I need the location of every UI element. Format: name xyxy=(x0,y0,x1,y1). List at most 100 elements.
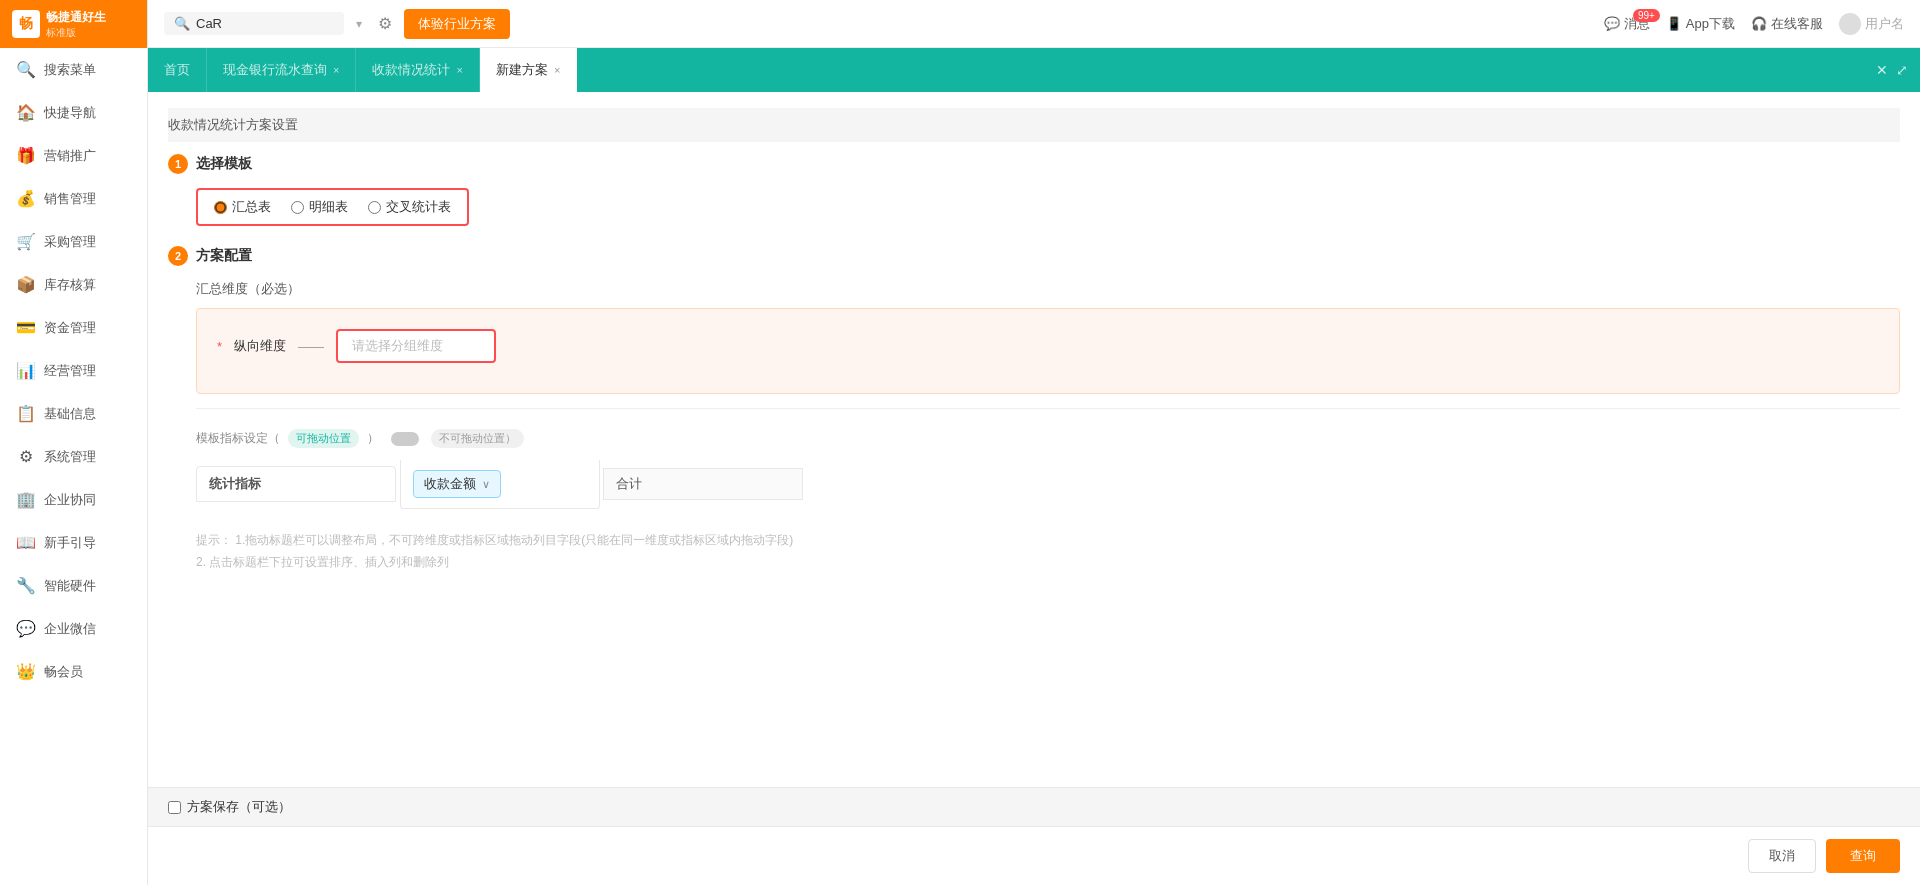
main-area: 🔍 ▾ ⚙ 体验行业方案 💬 消息 99+ 📱 App下载 🎧 在线客服 用户名 xyxy=(148,0,1920,885)
wechat-icon: 💬 xyxy=(16,619,36,638)
sidebar-item-guide[interactable]: 📖 新手引导 xyxy=(0,521,147,564)
base-info-icon: 📋 xyxy=(16,404,36,423)
sidebar-item-inventory[interactable]: 📦 库存核算 xyxy=(0,263,147,306)
step1-label: 选择模板 xyxy=(196,155,252,173)
chevron-down-icon[interactable]: ▾ xyxy=(356,17,362,31)
search-icon: 🔍 xyxy=(174,16,190,31)
sidebar-item-operation[interactable]: 📊 经营管理 xyxy=(0,349,147,392)
step2-badge: 2 xyxy=(168,246,188,266)
sidebar-item-label: 基础信息 xyxy=(44,405,96,423)
breadcrumb: 收款情况统计方案设置 xyxy=(168,108,1900,142)
template-options: 汇总表 明细表 交叉统计表 xyxy=(196,188,1900,226)
search-input[interactable] xyxy=(196,16,316,31)
indicator-section: 模板指标设定（ 可拖动位置 ） 不可拖动位置） 统计指标 收款金额 ∨ xyxy=(196,429,1900,510)
chip-dropdown-icon[interactable]: ∨ xyxy=(482,478,490,491)
radio-summary-label: 汇总表 xyxy=(232,198,271,216)
cancel-button[interactable]: 取消 xyxy=(1748,839,1816,873)
topbar-right: 💬 消息 99+ 📱 App下载 🎧 在线客服 用户名 xyxy=(1604,13,1904,35)
message-item[interactable]: 💬 消息 99+ xyxy=(1604,15,1650,33)
quick-nav-icon: 🏠 xyxy=(16,103,36,122)
save-label: 方案保存（可选） xyxy=(187,798,291,816)
radio-summary[interactable]: 汇总表 xyxy=(214,198,271,216)
hint-line-2: 2. 点击标题栏下拉可设置排序、插入列和删除列 xyxy=(196,552,1900,574)
sidebar-item-label: 搜索菜单 xyxy=(44,61,96,79)
step1-header: 1 选择模板 xyxy=(168,154,1900,174)
required-mark: * xyxy=(217,339,222,354)
sidebar-item-sales[interactable]: 💰 销售管理 xyxy=(0,177,147,220)
sidebar-item-search-menu[interactable]: 🔍 搜索菜单 xyxy=(0,48,147,91)
indicator-toggle xyxy=(391,432,419,446)
maximize-icon[interactable]: ⤢ xyxy=(1896,62,1908,78)
dimension-box: * 纵向维度 —— 请选择分组维度 xyxy=(196,308,1900,394)
tab-bank-flow[interactable]: 现金银行流水查询 × xyxy=(207,48,356,92)
system-icon: ⚙ xyxy=(16,447,36,466)
search-menu-icon: 🔍 xyxy=(16,60,36,79)
sidebar-item-marketing[interactable]: 🎁 营销推广 xyxy=(0,134,147,177)
save-checkbox-input[interactable] xyxy=(168,801,181,814)
query-button[interactable]: 查询 xyxy=(1826,839,1900,873)
radio-detail[interactable]: 明细表 xyxy=(291,198,348,216)
topbar: 🔍 ▾ ⚙ 体验行业方案 💬 消息 99+ 📱 App下载 🎧 在线客服 用户名 xyxy=(148,0,1920,48)
tab-receipt-stats-label: 收款情况统计 xyxy=(372,61,450,79)
sidebar-item-purchase[interactable]: 🛒 采购管理 xyxy=(0,220,147,263)
tab-receipt-stats[interactable]: 收款情况统计 × xyxy=(356,48,479,92)
sidebar-item-wechat[interactable]: 💬 企业微信 xyxy=(0,607,147,650)
sidebar-item-label: 系统管理 xyxy=(44,448,96,466)
logo-text-block: 畅捷通好生 标准版 xyxy=(46,9,106,40)
radio-cross-input[interactable] xyxy=(368,201,381,214)
gear-icon[interactable]: ⚙ xyxy=(378,14,392,33)
indicator-header-text: 模板指标设定（ xyxy=(196,430,280,447)
marketing-icon: 🎁 xyxy=(16,146,36,165)
sidebar-item-member[interactable]: 👑 畅会员 xyxy=(0,650,147,693)
chip-label: 收款金额 xyxy=(424,475,476,493)
receipt-amount-chip[interactable]: 收款金额 ∨ xyxy=(413,470,501,498)
sidebar-item-label: 快捷导航 xyxy=(44,104,96,122)
draggable-badge: 可拖动位置 xyxy=(288,429,359,448)
sidebar-item-finance[interactable]: 💳 资金管理 xyxy=(0,306,147,349)
sidebar-item-label: 畅会员 xyxy=(44,663,83,681)
step2-label: 方案配置 xyxy=(196,247,252,265)
topbar-search-box[interactable]: 🔍 xyxy=(164,12,344,35)
dimension-select[interactable]: 请选择分组维度 xyxy=(336,329,496,363)
sidebar-item-hardware[interactable]: 🔧 智能硬件 xyxy=(0,564,147,607)
radio-detail-input[interactable] xyxy=(291,201,304,214)
finance-icon: 💳 xyxy=(16,318,36,337)
sidebar-item-enterprise[interactable]: 🏢 企业协同 xyxy=(0,478,147,521)
tab-new-plan-close[interactable]: × xyxy=(554,64,560,76)
hint-text-2: 2. 点击标题栏下拉可设置排序、插入列和删除列 xyxy=(196,552,449,574)
tabbar: 首页 现金银行流水查询 × 收款情况统计 × 新建方案 × ✕ ⤢ xyxy=(148,48,1920,92)
sidebar-item-quick-nav[interactable]: 🏠 快捷导航 xyxy=(0,91,147,134)
enterprise-icon: 🏢 xyxy=(16,490,36,509)
trial-button[interactable]: 体验行业方案 xyxy=(404,9,510,39)
service-item[interactable]: 🎧 在线客服 xyxy=(1751,15,1823,33)
sales-icon: 💰 xyxy=(16,189,36,208)
tab-receipt-stats-close[interactable]: × xyxy=(456,64,462,76)
tab-bank-flow-close[interactable]: × xyxy=(333,64,339,76)
download-item[interactable]: 📱 App下载 xyxy=(1666,15,1735,33)
operation-icon: 📊 xyxy=(16,361,36,380)
footer-buttons: 取消 查询 xyxy=(148,826,1920,885)
sidebar-item-label: 经营管理 xyxy=(44,362,96,380)
radio-cross[interactable]: 交叉统计表 xyxy=(368,198,451,216)
sidebar-item-system[interactable]: ⚙ 系统管理 xyxy=(0,435,147,478)
purchase-icon: 🛒 xyxy=(16,232,36,251)
dimension-title: 汇总维度（必选） xyxy=(196,280,1900,298)
tab-home-label: 首页 xyxy=(164,61,190,79)
tab-new-plan[interactable]: 新建方案 × xyxy=(480,48,577,92)
close-window-icon[interactable]: ✕ xyxy=(1876,62,1888,78)
sep-text: ） xyxy=(367,430,379,447)
total-row: 合计 xyxy=(603,468,803,500)
guide-icon: 📖 xyxy=(16,533,36,552)
step2-section: 2 方案配置 汇总维度（必选） * 纵向维度 —— 请选择分组维度 xyxy=(168,246,1900,573)
save-checkbox[interactable]: 方案保存（可选） xyxy=(168,798,291,816)
sidebar-item-base-info[interactable]: 📋 基础信息 xyxy=(0,392,147,435)
sidebar-item-label: 库存核算 xyxy=(44,276,96,294)
tab-home[interactable]: 首页 xyxy=(148,48,207,92)
user-item[interactable]: 用户名 xyxy=(1839,13,1904,35)
step2-content: 汇总维度（必选） * 纵向维度 —— 请选择分组维度 xyxy=(196,280,1900,573)
sidebar-item-label: 新手引导 xyxy=(44,534,96,552)
sidebar-logo: 畅 畅捷通好生 标准版 xyxy=(0,0,147,48)
tab-bank-flow-label: 现金银行流水查询 xyxy=(223,61,327,79)
hint-text-1: 提示： 1.拖动标题栏可以调整布局，不可跨维度或指标区域拖动列目字段(只能在同一… xyxy=(196,530,793,552)
radio-summary-input[interactable] xyxy=(214,201,227,214)
